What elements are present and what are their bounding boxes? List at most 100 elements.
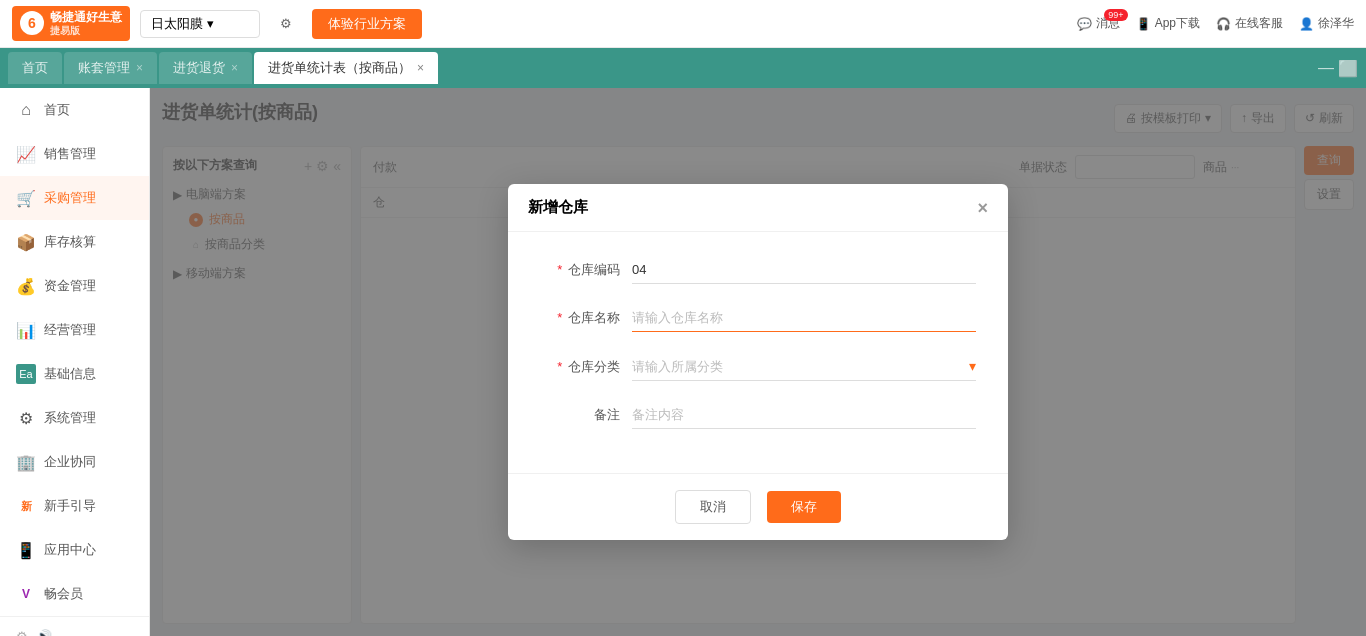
category-select-wrapper[interactable]: ▾ bbox=[632, 352, 976, 381]
name-field bbox=[632, 304, 976, 332]
basic-icon: Ea bbox=[16, 364, 36, 384]
sidebar-system-label: 系统管理 bbox=[44, 409, 96, 427]
tab-purchase-return-close[interactable]: × bbox=[231, 61, 238, 75]
form-row-remark: 备注 bbox=[540, 401, 976, 429]
settings-button[interactable]: ⚙ bbox=[270, 8, 302, 40]
sidebar-enterprise-label: 企业协同 bbox=[44, 453, 96, 471]
operation-icon: 📊 bbox=[16, 320, 36, 340]
name-input[interactable] bbox=[632, 304, 976, 332]
modal-footer: 取消 保存 bbox=[508, 473, 1008, 540]
cancel-button[interactable]: 取消 bbox=[675, 490, 751, 524]
category-input[interactable] bbox=[632, 359, 969, 374]
store-selector[interactable]: 日太阳膜 ▾ bbox=[140, 10, 260, 38]
remark-label: 备注 bbox=[540, 406, 620, 424]
notice-button[interactable]: 💬 消息 99+ bbox=[1077, 15, 1120, 32]
sidebar-operation-label: 经营管理 bbox=[44, 321, 96, 339]
logo-title: 畅捷通好生意 bbox=[50, 10, 122, 24]
home-icon: ⌂ bbox=[16, 100, 36, 120]
sidebar-item-system[interactable]: ⚙ 系统管理 bbox=[0, 396, 149, 440]
sidebar-item-member[interactable]: V 畅会员 bbox=[0, 572, 149, 616]
tab-maximize-icon[interactable]: ⬜ bbox=[1338, 59, 1358, 78]
finance-icon: 💰 bbox=[16, 276, 36, 296]
sidebar-item-finance[interactable]: 💰 资金管理 bbox=[0, 264, 149, 308]
user-menu[interactable]: 👤 徐泽华 bbox=[1299, 15, 1354, 32]
save-button[interactable]: 保存 bbox=[767, 491, 841, 523]
sidebar-item-sales[interactable]: 📈 销售管理 bbox=[0, 132, 149, 176]
sidebar: ⌂ 首页 📈 销售管理 🛒 采购管理 📦 库存核算 💰 资金管理 📊 经营管理 … bbox=[0, 88, 150, 636]
app-download-label: App下载 bbox=[1155, 15, 1200, 32]
name-required-star: * bbox=[557, 310, 562, 325]
tab-accounts-close[interactable]: × bbox=[136, 61, 143, 75]
modal-header: 新增仓库 × bbox=[508, 184, 1008, 232]
logo: 6 畅捷通好生意 捷易版 bbox=[12, 6, 130, 40]
code-input[interactable] bbox=[632, 256, 976, 284]
remark-field bbox=[632, 401, 976, 429]
notice-badge: 99+ bbox=[1104, 9, 1127, 21]
modal-close-button[interactable]: × bbox=[977, 199, 988, 217]
remark-input[interactable] bbox=[632, 401, 976, 429]
tab-home[interactable]: 首页 bbox=[8, 52, 62, 84]
sidebar-guide-label: 新手引导 bbox=[44, 497, 96, 515]
apps-icon: 📱 bbox=[16, 540, 36, 560]
category-field: ▾ bbox=[632, 352, 976, 381]
sidebar-item-inventory[interactable]: 📦 库存核算 bbox=[0, 220, 149, 264]
phone-icon: 📱 bbox=[1136, 17, 1151, 31]
system-icon: ⚙ bbox=[16, 408, 36, 428]
code-field bbox=[632, 256, 976, 284]
tab-home-label: 首页 bbox=[22, 59, 48, 77]
new-warehouse-modal: 新增仓库 × * 仓库编码 bbox=[508, 184, 1008, 540]
tab-purchase-return-label: 进货退货 bbox=[173, 59, 225, 77]
logo-sub: 捷易版 bbox=[50, 25, 122, 37]
tab-bar-actions: — ⬜ bbox=[1318, 59, 1358, 78]
sidebar-item-operation[interactable]: 📊 经营管理 bbox=[0, 308, 149, 352]
sidebar-item-enterprise[interactable]: 🏢 企业协同 bbox=[0, 440, 149, 484]
enterprise-icon: 🏢 bbox=[16, 452, 36, 472]
tab-purchase-stats-close[interactable]: × bbox=[417, 61, 424, 75]
tab-purchase-return[interactable]: 进货退货 × bbox=[159, 52, 252, 84]
settings-bottom-icon[interactable]: ⚙ bbox=[16, 629, 28, 636]
tab-minimize-icon[interactable]: — bbox=[1318, 59, 1334, 77]
member-icon: V bbox=[16, 584, 36, 604]
sidebar-purchase-label: 采购管理 bbox=[44, 189, 96, 207]
tab-bar: 首页 账套管理 × 进货退货 × 进货单统计表（按商品） × — ⬜ bbox=[0, 48, 1366, 88]
sidebar-item-home[interactable]: ⌂ 首页 bbox=[0, 88, 149, 132]
volume-icon[interactable]: 🔊 bbox=[36, 629, 52, 636]
name-label: * 仓库名称 bbox=[540, 309, 620, 327]
sidebar-member-label: 畅会员 bbox=[44, 585, 83, 603]
sidebar-apps-label: 应用中心 bbox=[44, 541, 96, 559]
sidebar-basic-label: 基础信息 bbox=[44, 365, 96, 383]
sidebar-bottom: ⚙ 🔊 bbox=[0, 616, 149, 636]
tab-purchase-stats[interactable]: 进货单统计表（按商品） × bbox=[254, 52, 438, 84]
code-label: * 仓库编码 bbox=[540, 261, 620, 279]
tab-accounts[interactable]: 账套管理 × bbox=[64, 52, 157, 84]
header-right: 💬 消息 99+ 📱 App下载 🎧 在线客服 👤 徐泽华 bbox=[1077, 15, 1354, 32]
category-dropdown-icon: ▾ bbox=[969, 358, 976, 374]
form-row-category: * 仓库分类 ▾ bbox=[540, 352, 976, 381]
sidebar-inventory-label: 库存核算 bbox=[44, 233, 96, 251]
sidebar-item-apps[interactable]: 📱 应用中心 bbox=[0, 528, 149, 572]
sidebar-item-basic[interactable]: Ea 基础信息 bbox=[0, 352, 149, 396]
form-row-code: * 仓库编码 bbox=[540, 256, 976, 284]
username: 徐泽华 bbox=[1318, 15, 1354, 32]
main-layout: ⌂ 首页 📈 销售管理 🛒 采购管理 📦 库存核算 💰 资金管理 📊 经营管理 … bbox=[0, 88, 1366, 636]
logo-text: 畅捷通好生意 捷易版 bbox=[50, 10, 122, 36]
code-required-star: * bbox=[557, 262, 562, 277]
headset-icon: 🎧 bbox=[1216, 17, 1231, 31]
store-dropdown-icon: ▾ bbox=[207, 16, 214, 31]
purchase-icon: 🛒 bbox=[16, 188, 36, 208]
tab-purchase-stats-label: 进货单统计表（按商品） bbox=[268, 59, 411, 77]
category-required-star: * bbox=[557, 359, 562, 374]
sidebar-item-purchase[interactable]: 🛒 采购管理 bbox=[0, 176, 149, 220]
sidebar-sales-label: 销售管理 bbox=[44, 145, 96, 163]
trial-button[interactable]: 体验行业方案 bbox=[312, 9, 422, 39]
sidebar-item-guide[interactable]: 新 新手引导 bbox=[0, 484, 149, 528]
guide-icon: 新 bbox=[16, 496, 36, 516]
user-icon: 👤 bbox=[1299, 17, 1314, 31]
modal-body: * 仓库编码 * 仓库名称 bbox=[508, 232, 1008, 473]
app-download-button[interactable]: 📱 App下载 bbox=[1136, 15, 1200, 32]
sidebar-finance-label: 资金管理 bbox=[44, 277, 96, 295]
online-service-button[interactable]: 🎧 在线客服 bbox=[1216, 15, 1283, 32]
sales-icon: 📈 bbox=[16, 144, 36, 164]
modal-overlay: 新增仓库 × * 仓库编码 bbox=[150, 88, 1366, 636]
modal-title: 新增仓库 bbox=[528, 198, 588, 217]
